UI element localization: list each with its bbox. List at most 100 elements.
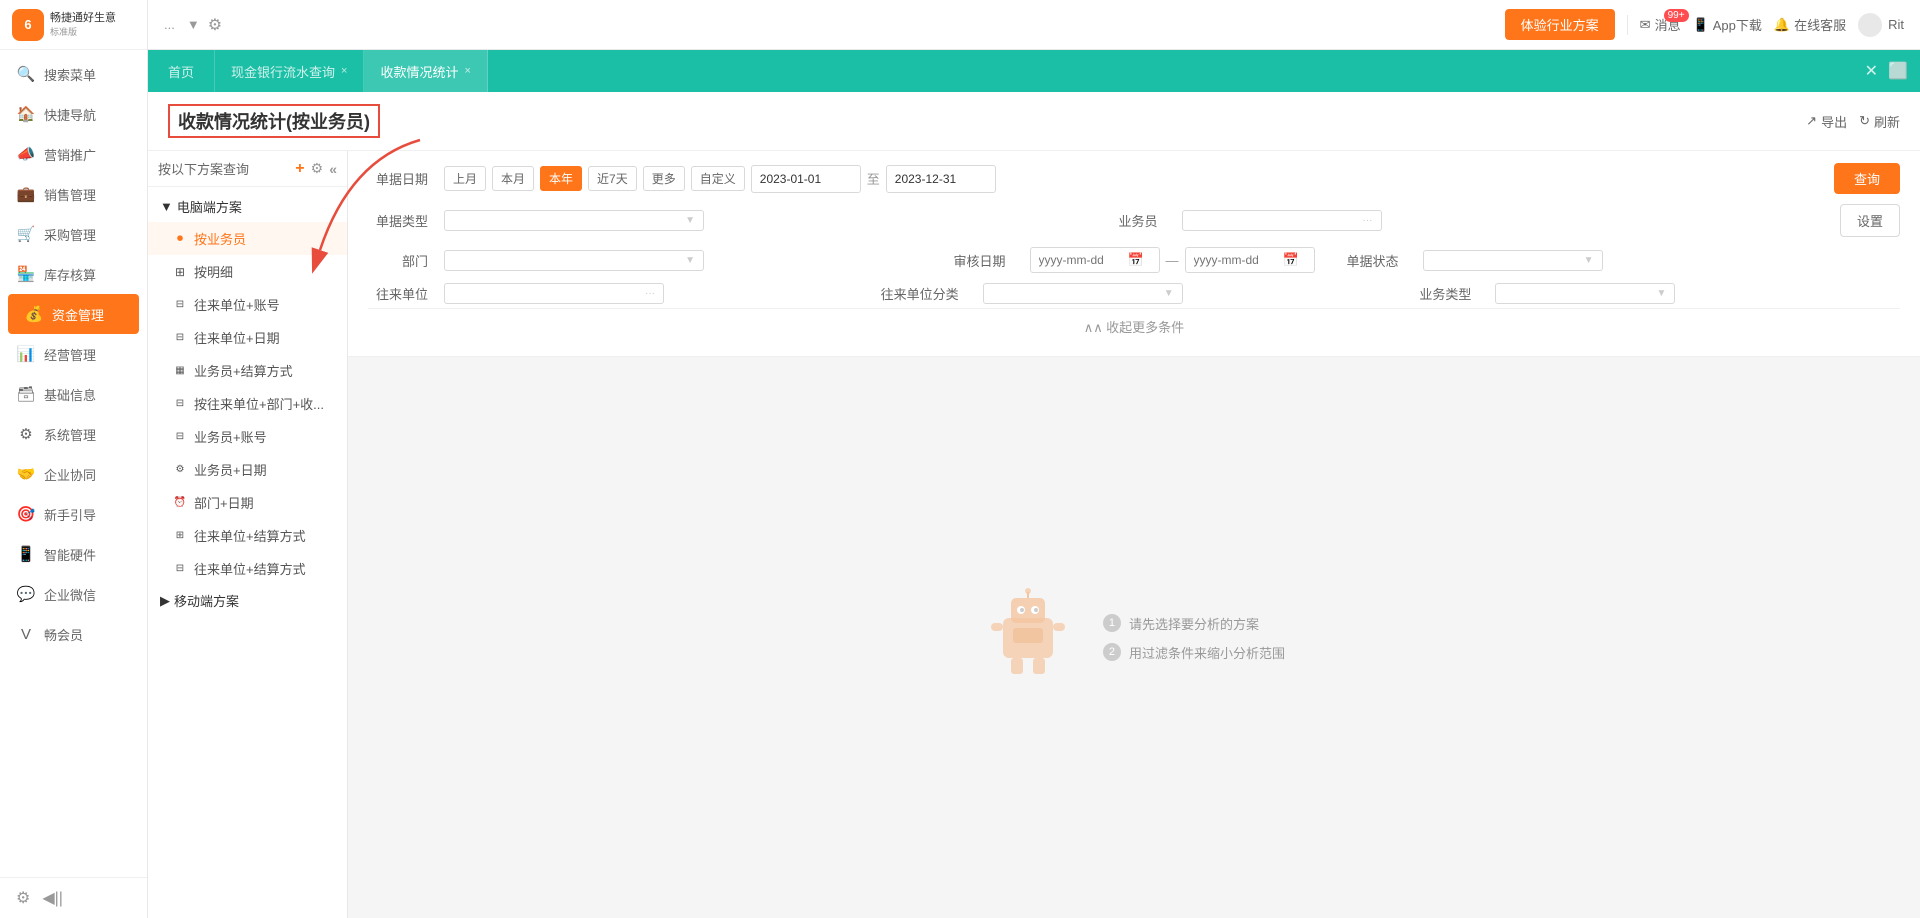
calendar-icon-from[interactable]: 📅	[1128, 252, 1144, 268]
audit-date-to-input[interactable]	[1194, 253, 1279, 267]
scheme-group-mobile[interactable]: ▶ 移动端方案	[148, 585, 347, 616]
date-btn-custom[interactable]: 自定义	[691, 166, 745, 191]
audit-date-from[interactable]: 📅	[1030, 247, 1160, 273]
scheme-item-3[interactable]: ⊟ 往来单位+日期	[148, 321, 347, 354]
date-btn-thismonth[interactable]: 本月	[492, 166, 534, 191]
query-button[interactable]: 查询	[1834, 163, 1900, 194]
sales-icon: 💼	[16, 184, 36, 204]
sidebar-item-collab[interactable]: 🤝 企业协同	[0, 454, 147, 494]
scheme-item-2[interactable]: ⊟ 往来单位+账号	[148, 288, 347, 321]
sidebar-item-sysadmin[interactable]: ⚙ 系统管理	[0, 414, 147, 454]
salesperson-select[interactable]: ···	[1182, 210, 1382, 231]
audit-date-to[interactable]: 📅	[1185, 247, 1315, 273]
sidebar-item-finance[interactable]: 💰 资金管理	[8, 294, 139, 334]
sidebar-item-hardware[interactable]: 📱 智能硬件	[0, 534, 147, 574]
tab-cash-flow[interactable]: 现金银行流水查询 ×	[215, 50, 364, 92]
sidebar-item-member[interactable]: V 畅会员	[0, 614, 147, 654]
audit-date-separator: —	[1166, 253, 1179, 268]
counterpart-select[interactable]: ···	[444, 283, 664, 304]
hint-num-1: 1	[1103, 614, 1121, 632]
audit-date-label: 审核日期	[953, 251, 1005, 270]
tab-collection-stats[interactable]: 收款情况统计 ×	[364, 50, 487, 92]
tab-collection-stats-close[interactable]: ×	[464, 65, 470, 77]
biztype-select[interactable]: ▼	[1495, 283, 1675, 304]
scheme-item-0[interactable]: ⏺ 按业务员	[148, 222, 347, 255]
filter-row-date: 单据日期 上月 本月 本年 近7天 更多 自定义 2023-01-01 至 20…	[368, 163, 1900, 194]
sidebar-item-search[interactable]: 🔍 搜索菜单	[0, 54, 147, 94]
scheme-item-8[interactable]: ⏰ 部门+日期	[148, 486, 347, 519]
sidebar-item-guide[interactable]: 🎯 新手引导	[0, 494, 147, 534]
sidebar-item-basicinfo[interactable]: 🗃 基础信息	[0, 374, 147, 414]
scheme-add-btn[interactable]: +	[295, 160, 304, 178]
trial-button[interactable]: 体验行业方案	[1505, 9, 1615, 40]
settings-gear[interactable]: ⚙	[208, 15, 222, 35]
tab-home[interactable]: 首页	[148, 50, 215, 92]
tab-close-all[interactable]: ✕	[1865, 61, 1878, 81]
export-button[interactable]: ↗ 导出	[1806, 112, 1847, 131]
empty-content: 1 请先选择要分析的方案 2 用过滤条件来缩小分析范围	[983, 588, 1285, 688]
user-area[interactable]: Rit	[1858, 13, 1904, 37]
settings-button[interactable]: 设置	[1840, 204, 1900, 237]
page-actions: ↗ 导出 ↻ 刷新	[1806, 112, 1900, 131]
page-title: 收款情况统计(按业务员)	[168, 104, 380, 138]
collab-icon: 🤝	[16, 464, 36, 484]
date-from-display: 2023-01-01	[751, 165, 861, 193]
sidebar-menu: 🔍 搜索菜单 🏠 快捷导航 📣 营销推广 💼 销售管理 🛒 采购管理 🏪 库存核…	[0, 50, 147, 877]
purchase-icon: 🛒	[16, 224, 36, 244]
date-btn-thisyear[interactable]: 本年	[540, 166, 582, 191]
group-label-desktop: 电脑端方案	[177, 197, 242, 216]
sidebar-item-sales[interactable]: 💼 销售管理	[0, 174, 147, 214]
date-btn-lastmonth[interactable]: 上月	[444, 166, 486, 191]
right-panel: 单据日期 上月 本月 本年 近7天 更多 自定义 2023-01-01 至 20…	[348, 151, 1920, 918]
scheme-item-10[interactable]: ⊟ 往来单位+结算方式	[148, 552, 347, 585]
sidebar-item-operations[interactable]: 📊 经营管理	[0, 334, 147, 374]
sidebar-item-wechat[interactable]: 💬 企业微信	[0, 574, 147, 614]
date-btn-more[interactable]: 更多	[643, 166, 685, 191]
counterpart-more[interactable]: ···	[645, 288, 655, 299]
hint-text-1: 请先选择要分析的方案	[1129, 614, 1259, 633]
scheme-item-7[interactable]: ⚙ 业务员+日期	[148, 453, 347, 486]
docstatus-select[interactable]: ▼	[1423, 250, 1603, 271]
dept-select[interactable]: ▼	[444, 250, 704, 271]
scheme-item-5[interactable]: ⊟ 按往来单位+部门+收...	[148, 387, 347, 420]
scheme-item-4[interactable]: ▦ 业务员+结算方式	[148, 354, 347, 387]
doctype-label: 单据类型	[368, 211, 428, 230]
scheme-label-10: 往来单位+结算方式	[194, 559, 306, 578]
export-icon: ↗	[1806, 113, 1817, 129]
collapse-bar[interactable]: ∧∧ 收起更多条件	[368, 308, 1900, 344]
results-area: 1 请先选择要分析的方案 2 用过滤条件来缩小分析范围	[348, 357, 1920, 918]
messages-button[interactable]: ✉ 消息 99+	[1640, 15, 1681, 34]
tabbar-end: ✕ ⬜	[1865, 61, 1920, 81]
group-arrow-desktop: ▼	[160, 199, 173, 214]
doctype-select[interactable]: ▼	[444, 210, 704, 231]
audit-date-from-input[interactable]	[1039, 253, 1124, 267]
tab-maximize[interactable]: ⬜	[1888, 61, 1908, 81]
dropdown-arrow[interactable]: ▼	[187, 17, 200, 32]
phone-icon: 📱	[1693, 17, 1709, 33]
scheme-panel-header: 按以下方案查询 + ⚙ «	[148, 151, 347, 187]
sidebar-item-inventory[interactable]: 🏪 库存核算	[0, 254, 147, 294]
scheme-collapse-btn[interactable]: «	[329, 161, 337, 177]
scheme-item-9[interactable]: ⊞ 往来单位+结算方式	[148, 519, 347, 552]
scheme-settings-btn[interactable]: ⚙	[311, 160, 324, 177]
refresh-button[interactable]: ↻ 刷新	[1859, 112, 1900, 131]
app-download-button[interactable]: 📱 App下载	[1693, 15, 1762, 34]
scheme-group-desktop[interactable]: ▼ 电脑端方案	[148, 191, 347, 222]
counterpart-type-select[interactable]: ▼	[983, 283, 1183, 304]
scheme-item-6[interactable]: ⊟ 业务员+账号	[148, 420, 347, 453]
counterpart-type-label: 往来单位分类	[881, 284, 959, 303]
sidebar-item-quicknav[interactable]: 🏠 快捷导航	[0, 94, 147, 134]
sidebar-item-purchase[interactable]: 🛒 采购管理	[0, 214, 147, 254]
scheme-item-1[interactable]: ⊞ 按明细	[148, 255, 347, 288]
breadcrumb-current[interactable]: ...	[164, 17, 175, 32]
collapse-sidebar-btn[interactable]: ◀||	[42, 888, 63, 908]
tab-cash-flow-close[interactable]: ×	[341, 65, 347, 77]
online-service-button[interactable]: 🔔 在线客服	[1774, 15, 1846, 34]
tab-collection-stats-label: 收款情况统计	[380, 62, 458, 81]
calendar-icon-to[interactable]: 📅	[1283, 252, 1299, 268]
member-icon: V	[16, 624, 36, 644]
date-btn-7days[interactable]: 近7天	[588, 166, 637, 191]
settings-bottom-icon[interactable]: ⚙	[16, 888, 30, 908]
counterpart-type-arrow: ▼	[1164, 288, 1174, 299]
sidebar-item-marketing[interactable]: 📣 营销推广	[0, 134, 147, 174]
